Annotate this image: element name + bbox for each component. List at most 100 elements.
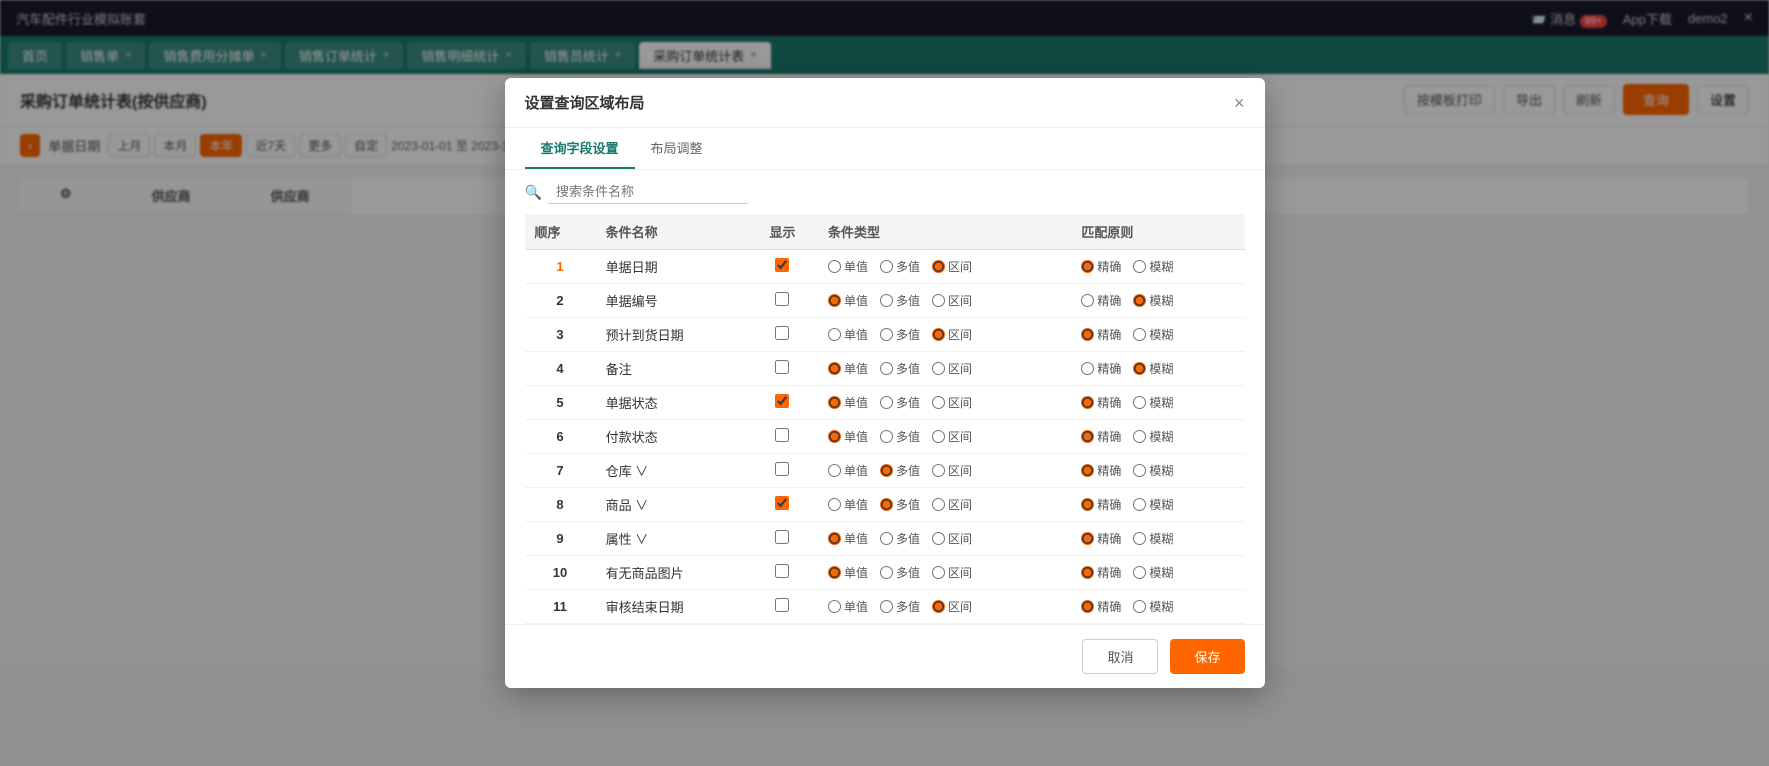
row-type[interactable]: 单值多值区间 (818, 250, 1071, 284)
match-option-精确[interactable]: 精确 (1081, 428, 1121, 445)
row-display[interactable] (747, 590, 818, 624)
row-type[interactable]: 单值多值区间 (818, 454, 1071, 488)
match-option-模糊[interactable]: 模糊 (1133, 564, 1173, 581)
row-match[interactable]: 精确模糊 (1071, 488, 1244, 522)
row-type[interactable]: 单值多值区间 (818, 386, 1071, 420)
match-option-模糊[interactable]: 模糊 (1133, 292, 1173, 309)
type-option-单值[interactable]: 单值 (828, 530, 868, 547)
type-option-单值[interactable]: 单值 (828, 598, 868, 615)
row-display[interactable] (747, 454, 818, 488)
match-option-模糊[interactable]: 模糊 (1133, 360, 1173, 377)
tab-field-settings[interactable]: 查询字段设置 (525, 128, 635, 169)
row-display[interactable] (747, 352, 818, 386)
row-match[interactable]: 精确模糊 (1071, 522, 1244, 556)
type-option-区间[interactable]: 区间 (932, 394, 972, 411)
match-option-精确[interactable]: 精确 (1081, 496, 1121, 513)
match-option-模糊[interactable]: 模糊 (1133, 530, 1173, 547)
type-option-单值[interactable]: 单值 (828, 428, 868, 445)
row-match[interactable]: 精确模糊 (1071, 454, 1244, 488)
type-option-多值[interactable]: 多值 (880, 394, 920, 411)
display-checkbox[interactable] (775, 598, 789, 612)
type-option-区间[interactable]: 区间 (932, 428, 972, 445)
type-option-区间[interactable]: 区间 (932, 598, 972, 615)
type-option-区间[interactable]: 区间 (932, 360, 972, 377)
type-option-单值[interactable]: 单值 (828, 394, 868, 411)
row-type[interactable]: 单值多值区间 (818, 284, 1071, 318)
row-type[interactable]: 单值多值区间 (818, 318, 1071, 352)
row-match[interactable]: 精确模糊 (1071, 250, 1244, 284)
display-checkbox[interactable] (775, 394, 789, 408)
display-checkbox[interactable] (775, 564, 789, 578)
match-option-模糊[interactable]: 模糊 (1133, 428, 1173, 445)
type-option-多值[interactable]: 多值 (880, 598, 920, 615)
type-option-单值[interactable]: 单值 (828, 462, 868, 479)
type-option-多值[interactable]: 多值 (880, 428, 920, 445)
type-option-多值[interactable]: 多值 (880, 564, 920, 581)
row-display[interactable] (747, 250, 818, 284)
match-option-精确[interactable]: 精确 (1081, 326, 1121, 343)
match-option-精确[interactable]: 精确 (1081, 564, 1121, 581)
type-option-区间[interactable]: 区间 (932, 530, 972, 547)
match-option-模糊[interactable]: 模糊 (1133, 496, 1173, 513)
display-checkbox[interactable] (775, 530, 789, 544)
row-match[interactable]: 精确模糊 (1071, 352, 1244, 386)
type-option-区间[interactable]: 区间 (932, 326, 972, 343)
type-option-单值[interactable]: 单值 (828, 292, 868, 309)
match-option-精确[interactable]: 精确 (1081, 598, 1121, 615)
match-option-精确[interactable]: 精确 (1081, 394, 1121, 411)
type-option-多值[interactable]: 多值 (880, 496, 920, 513)
match-option-精确[interactable]: 精确 (1081, 292, 1121, 309)
row-match[interactable]: 精确模糊 (1071, 590, 1244, 624)
match-option-模糊[interactable]: 模糊 (1133, 462, 1173, 479)
match-option-模糊[interactable]: 模糊 (1133, 326, 1173, 343)
match-option-精确[interactable]: 精确 (1081, 258, 1121, 275)
type-option-单值[interactable]: 单值 (828, 496, 868, 513)
tab-layout-adjust[interactable]: 布局调整 (635, 128, 719, 169)
row-type[interactable]: 单值多值区间 (818, 420, 1071, 454)
display-checkbox[interactable] (775, 462, 789, 476)
row-display[interactable] (747, 284, 818, 318)
row-type[interactable]: 单值多值区间 (818, 488, 1071, 522)
type-option-多值[interactable]: 多值 (880, 462, 920, 479)
row-type[interactable]: 单值多值区间 (818, 522, 1071, 556)
search-input[interactable] (548, 180, 748, 204)
display-checkbox[interactable] (775, 292, 789, 306)
match-option-模糊[interactable]: 模糊 (1133, 258, 1173, 275)
row-display[interactable] (747, 522, 818, 556)
display-checkbox[interactable] (775, 360, 789, 374)
type-option-单值[interactable]: 单值 (828, 258, 868, 275)
modal-close-button[interactable]: × (1234, 94, 1245, 112)
display-checkbox[interactable] (775, 258, 789, 272)
type-option-多值[interactable]: 多值 (880, 360, 920, 377)
display-checkbox[interactable] (775, 496, 789, 510)
row-match[interactable]: 精确模糊 (1071, 556, 1244, 590)
row-display[interactable] (747, 318, 818, 352)
match-option-模糊[interactable]: 模糊 (1133, 394, 1173, 411)
row-display[interactable] (747, 420, 818, 454)
match-option-精确[interactable]: 精确 (1081, 530, 1121, 547)
match-option-精确[interactable]: 精确 (1081, 462, 1121, 479)
row-display[interactable] (747, 386, 818, 420)
row-type[interactable]: 单值多值区间 (818, 590, 1071, 624)
type-option-多值[interactable]: 多值 (880, 292, 920, 309)
row-type[interactable]: 单值多值区间 (818, 352, 1071, 386)
type-option-区间[interactable]: 区间 (932, 564, 972, 581)
row-match[interactable]: 精确模糊 (1071, 420, 1244, 454)
cancel-button[interactable]: 取消 (1082, 639, 1158, 674)
save-button[interactable]: 保存 (1170, 639, 1244, 674)
match-option-模糊[interactable]: 模糊 (1133, 598, 1173, 615)
type-option-多值[interactable]: 多值 (880, 326, 920, 343)
type-option-区间[interactable]: 区间 (932, 292, 972, 309)
row-match[interactable]: 精确模糊 (1071, 386, 1244, 420)
type-option-单值[interactable]: 单值 (828, 326, 868, 343)
type-option-多值[interactable]: 多值 (880, 258, 920, 275)
type-option-区间[interactable]: 区间 (932, 258, 972, 275)
type-option-单值[interactable]: 单值 (828, 564, 868, 581)
type-option-多值[interactable]: 多值 (880, 530, 920, 547)
row-display[interactable] (747, 556, 818, 590)
row-type[interactable]: 单值多值区间 (818, 556, 1071, 590)
match-option-精确[interactable]: 精确 (1081, 360, 1121, 377)
display-checkbox[interactable] (775, 428, 789, 442)
row-match[interactable]: 精确模糊 (1071, 284, 1244, 318)
type-option-区间[interactable]: 区间 (932, 462, 972, 479)
